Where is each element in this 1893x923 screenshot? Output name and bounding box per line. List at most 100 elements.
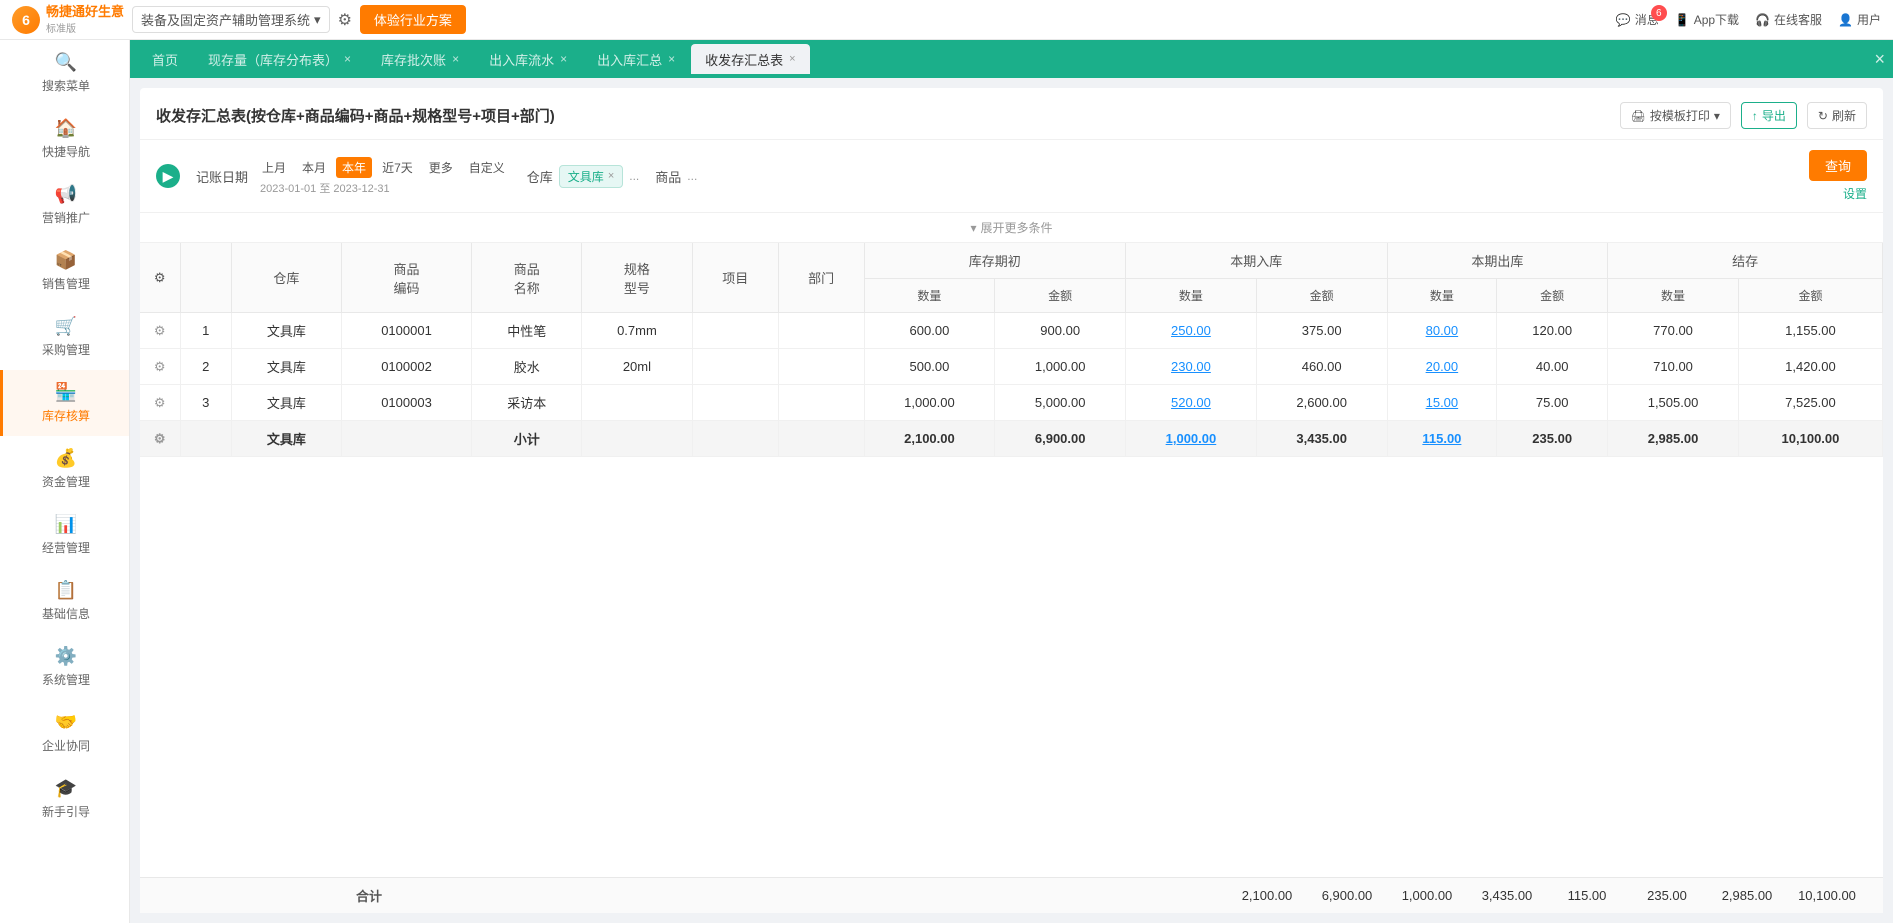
tab-batch[interactable]: 库存批次账 × <box>367 44 473 74</box>
warehouse-more-btn[interactable]: ... <box>629 169 639 183</box>
footer-balance-amt: 10,100.00 <box>1787 888 1867 903</box>
product-filter-label: 商品 <box>655 167 681 186</box>
sidebar-item-purchase[interactable]: 🛒 采购管理 <box>0 304 129 370</box>
sidebar-item-sales[interactable]: 📦 销售管理 <box>0 238 129 304</box>
user-action[interactable]: 👤 用户 <box>1838 11 1881 28</box>
cell-out-qty[interactable]: 15.00 <box>1387 385 1497 421</box>
sidebar-item-quick[interactable]: 🏠 快捷导航 <box>0 106 129 172</box>
col-out-amt-header: 金额 <box>1497 279 1608 313</box>
date-btn-more[interactable]: 更多 <box>423 157 459 178</box>
export-label: 导出 <box>1762 107 1786 124</box>
user-label: 用户 <box>1857 11 1881 28</box>
date-filter-label: 记账日期 <box>196 167 248 186</box>
phone-icon: 📱 <box>1675 13 1690 27</box>
footer-in-amt: 3,435.00 <box>1467 888 1547 903</box>
cell-name: 小计 <box>472 421 582 457</box>
close-all-tabs-button[interactable]: × <box>1874 49 1885 70</box>
footer-values: 2,100.00 6,900.00 1,000.00 3,435.00 115.… <box>382 888 1867 903</box>
col-in-amt-header: 金额 <box>1256 279 1387 313</box>
cell-spec <box>581 421 692 457</box>
sidebar-label-finance: 资金管理 <box>42 473 90 490</box>
tab-inventory-dist-label: 现存量（库存分布表） <box>208 50 338 69</box>
cell-in-qty[interactable]: 1,000.00 <box>1126 421 1257 457</box>
cell-in-qty[interactable]: 230.00 <box>1126 349 1257 385</box>
cell-in-qty[interactable]: 520.00 <box>1126 385 1257 421</box>
cell-settings: ⚙ <box>140 421 180 457</box>
sidebar-item-search[interactable]: 🔍 搜索菜单 <box>0 40 129 106</box>
date-btn-custom[interactable]: 自定义 <box>463 157 511 178</box>
query-button[interactable]: 查询 <box>1809 150 1867 181</box>
sidebar-item-basic[interactable]: 📋 基础信息 <box>0 568 129 634</box>
dropdown-icon: ▾ <box>314 12 321 28</box>
enterprise-icon: 🤝 <box>55 712 77 733</box>
date-btn-this-month[interactable]: 本月 <box>296 157 332 178</box>
sidebar-item-enterprise[interactable]: 🤝 企业协同 <box>0 700 129 766</box>
cell-opening-qty: 600.00 <box>864 313 995 349</box>
basic-icon: 📋 <box>55 580 77 601</box>
expand-more-button[interactable]: ▾ 展开更多条件 <box>970 219 1052 236</box>
tab-close-receive-summary[interactable]: × <box>789 53 795 65</box>
app-download-action[interactable]: 📱 App下载 <box>1675 11 1739 28</box>
gear-button[interactable]: ⚙ <box>338 10 352 30</box>
date-btn-this-year[interactable]: 本年 <box>336 157 372 178</box>
sidebar-item-finance[interactable]: 💰 资金管理 <box>0 436 129 502</box>
filter-toggle-button[interactable]: ▶ <box>156 164 180 188</box>
experience-button[interactable]: 体验行业方案 <box>360 5 466 34</box>
date-btn-last-month[interactable]: 上月 <box>256 157 292 178</box>
cell-out-amt: 120.00 <box>1497 313 1608 349</box>
content-area: 首页 现存量（库存分布表） × 库存批次账 × 出入库流水 × 出入库汇总 × <box>130 40 1893 923</box>
cell-out-qty[interactable]: 20.00 <box>1387 349 1497 385</box>
tab-close-inout-flow[interactable]: × <box>560 52 567 66</box>
product-more-btn[interactable]: ... <box>687 169 697 183</box>
cell-in-qty[interactable]: 250.00 <box>1126 313 1257 349</box>
sidebar-label-marketing: 营销推广 <box>42 209 90 226</box>
messages-action[interactable]: 💬 消息 6 <box>1616 11 1659 28</box>
cell-out-amt: 235.00 <box>1497 421 1608 457</box>
sidebar-item-marketing[interactable]: 📢 营销推广 <box>0 172 129 238</box>
date-btn-7days[interactable]: 近7天 <box>376 157 419 178</box>
operations-icon: 📊 <box>55 514 77 535</box>
sidebar-item-newbie[interactable]: 🎓 新手引导 <box>0 766 129 832</box>
tab-inventory-dist[interactable]: 现存量（库存分布表） × <box>194 44 365 74</box>
tab-inout-flow-label: 出入库流水 <box>489 50 554 69</box>
cell-dept <box>778 385 864 421</box>
col-code-header: 商品编码 <box>341 243 472 313</box>
cell-balance-qty: 770.00 <box>1608 313 1739 349</box>
online-service-action[interactable]: 🎧 在线客服 <box>1755 11 1822 28</box>
tab-close-batch[interactable]: × <box>452 52 459 66</box>
headset-icon: 🎧 <box>1755 13 1770 27</box>
sidebar-item-operations[interactable]: 📊 经营管理 <box>0 502 129 568</box>
footer-out-amt: 235.00 <box>1627 888 1707 903</box>
tab-receive-summary[interactable]: 收发存汇总表 × <box>691 44 809 74</box>
top-bar: 6 畅捷通好生意 标准版 装备及固定资产辅助管理系统 ▾ ⚙ 体验行业方案 💬 … <box>0 0 1893 40</box>
print-button[interactable]: 🖨 按模板打印 ▾ <box>1620 102 1731 129</box>
cell-name: 胶水 <box>472 349 582 385</box>
settings-link[interactable]: 设置 <box>1843 185 1867 202</box>
finance-icon: 💰 <box>55 448 77 469</box>
tab-home[interactable]: 首页 <box>138 44 192 74</box>
cell-balance-amt: 1,420.00 <box>1738 349 1882 385</box>
cell-out-qty[interactable]: 80.00 <box>1387 313 1497 349</box>
warehouse-tag-close[interactable]: × <box>608 170 614 182</box>
col-opening-amt-header: 金额 <box>995 279 1126 313</box>
cell-balance-amt: 1,155.00 <box>1738 313 1882 349</box>
tab-inout-summary[interactable]: 出入库汇总 × <box>583 44 689 74</box>
print-icon: 🖨 <box>1631 109 1646 123</box>
sidebar-label-newbie: 新手引导 <box>42 803 90 820</box>
sidebar-item-inventory[interactable]: 🏪 库存核算 <box>0 370 129 436</box>
system-title[interactable]: 装备及固定资产辅助管理系统 ▾ <box>132 6 330 33</box>
logo-text: 畅捷通好生意 <box>46 4 124 20</box>
cell-warehouse: 文具库 <box>232 313 342 349</box>
online-service-label: 在线客服 <box>1774 11 1822 28</box>
tab-bar-end: × <box>1874 49 1885 70</box>
export-button[interactable]: ↑ 导出 <box>1741 102 1797 129</box>
sidebar-item-system[interactable]: ⚙️ 系统管理 <box>0 634 129 700</box>
cell-out-qty[interactable]: 115.00 <box>1387 421 1497 457</box>
tab-close-inventory-dist[interactable]: × <box>344 52 351 66</box>
cell-warehouse: 文具库 <box>232 421 342 457</box>
tab-inout-flow[interactable]: 出入库流水 × <box>475 44 581 74</box>
refresh-button[interactable]: ↻ 刷新 <box>1807 102 1867 129</box>
cell-project <box>692 385 778 421</box>
tab-close-inout-summary[interactable]: × <box>668 52 675 66</box>
logo-text-block: 畅捷通好生意 标准版 <box>46 4 124 35</box>
